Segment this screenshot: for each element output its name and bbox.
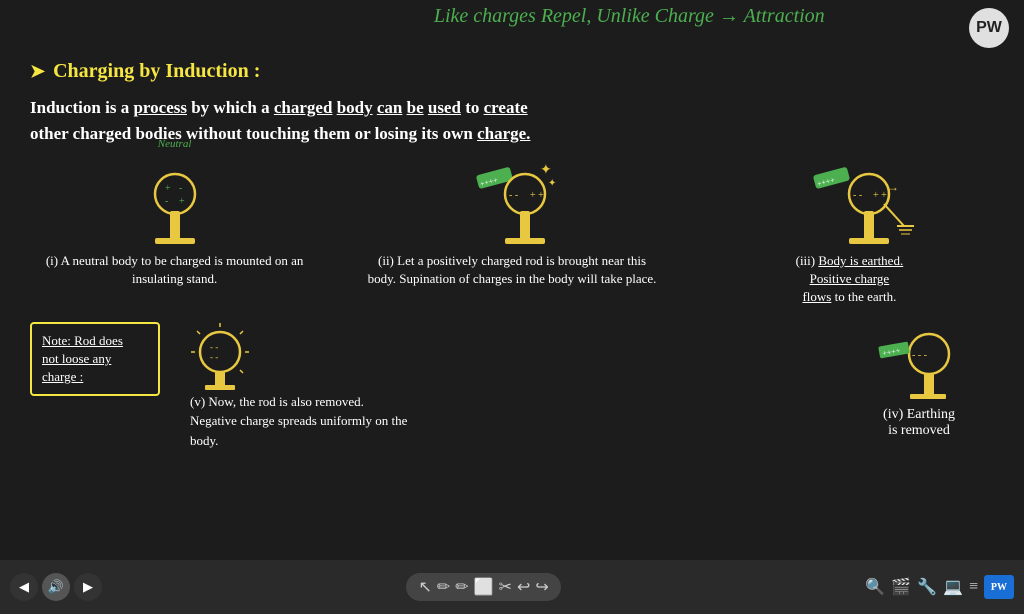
pw-logo-top: PW [969,8,1009,48]
zoom-icon[interactable]: 🔍 [865,577,885,597]
step-v-text: (v) Now, the rod is also removed. Negati… [190,392,410,451]
taskbar: ◀ 🔊 ▶ ↖ ✏ ✏ ⬜ ✂ ↩ ↪ 🔍 🎬 🔧 💻 ≡ PW [0,560,1024,614]
prev-button[interactable]: ◀ [10,573,38,601]
volume-button[interactable]: 🔊 [42,573,70,601]
arrow-icon: ➤ [30,61,45,82]
svg-text:++++: ++++ [882,345,902,357]
svg-text:- - -: - - - [912,350,927,361]
svg-text:- -: - - [210,352,218,362]
diagram-col-1: Neutral + - - + (i) A neutral body to be… [30,156,319,288]
marker-tool[interactable]: ✏ [455,577,468,597]
scissors-tool[interactable]: ✂ [499,577,512,597]
next-button[interactable]: ▶ [74,573,102,601]
taskbar-left[interactable]: ◀ 🔊 ▶ [10,573,102,601]
diagram-col-2: ++++ - - + + ✦ ✦ (ii) Let a positively c… [367,156,656,288]
taskbar-right[interactable]: 🔍 🎬 🔧 💻 ≡ PW [865,575,1014,599]
diagram-text-2: (ii) Let a positively charged rod is bro… [367,252,656,288]
diagrams-row: Neutral + - - + (i) A neutral body to be… [30,156,994,307]
menu-icon[interactable]: ≡ [969,578,978,596]
cursor-tool[interactable]: ↖ [418,577,431,597]
undo-button[interactable]: ↩ [517,577,530,597]
diagram-2: ++++ - - + + ✦ ✦ [472,156,552,246]
svg-text:-: - [179,183,182,194]
step-v-col: - - - - (v) Now, the rod is also removed… [190,322,410,451]
pen-tool[interactable]: ✏ [437,577,450,597]
display-icon[interactable]: 💻 [943,577,963,597]
svg-text:+ +: + + [873,190,887,201]
svg-text:- -: - - [210,342,218,352]
diagram-text-3: (iii) Body is earthed. Positive charge f… [796,252,904,307]
svg-text:-: - [165,196,168,207]
svg-text:- -: - - [853,190,862,201]
top-banner-text: Like charges Repel, Unlike Charge → Attr… [434,5,825,27]
svg-text:- -: - - [509,190,518,201]
diagram-text-1: (i) A neutral body to be charged is moun… [30,252,319,288]
bottom-row: Note: Rod doesnot loose anycharge : - - … [30,322,994,451]
svg-text:✦: ✦ [548,178,556,189]
svg-text:+ +: + + [530,190,544,201]
step-iv-label: (iv) Earthingis removed [883,407,955,438]
rectangle-tool[interactable]: ⬜ [474,577,494,597]
main-content: Like charges Repel, Unlike Charge → Attr… [0,0,1024,560]
diagram-3: ++++ - - + + → [809,156,889,246]
svg-text:+: + [179,196,185,207]
media-icon[interactable]: 🎬 [891,577,911,597]
section-title-text: Charging by Induction : [53,60,260,83]
note-box: Note: Rod doesnot loose anycharge : [30,322,160,397]
step-iv-text: (iv) Earthingis removed [883,407,955,439]
top-banner: Like charges Repel, Unlike Charge → Attr… [434,5,825,28]
step-iv-col: ++++ - - - (iv) Earthingis removed [874,322,964,439]
svg-text:✦: ✦ [540,163,552,178]
diagram-col-3: ++++ - - + + → [705,156,994,307]
note-text: Note: Rod doesnot loose anycharge : [42,333,123,384]
svg-text:→: → [887,180,899,194]
neutral-label: Neutral [158,138,192,150]
taskbar-center[interactable]: ↖ ✏ ✏ ⬜ ✂ ↩ ↪ [406,573,560,601]
svg-text:+: + [165,183,171,194]
redo-button[interactable]: ↪ [535,577,548,597]
settings-icon[interactable]: 🔧 [917,577,937,597]
diagram-1: Neutral + - - + [135,156,215,246]
pw-logo-bottom: PW [984,575,1014,599]
section-title: ➤ Charging by Induction : [30,60,994,83]
